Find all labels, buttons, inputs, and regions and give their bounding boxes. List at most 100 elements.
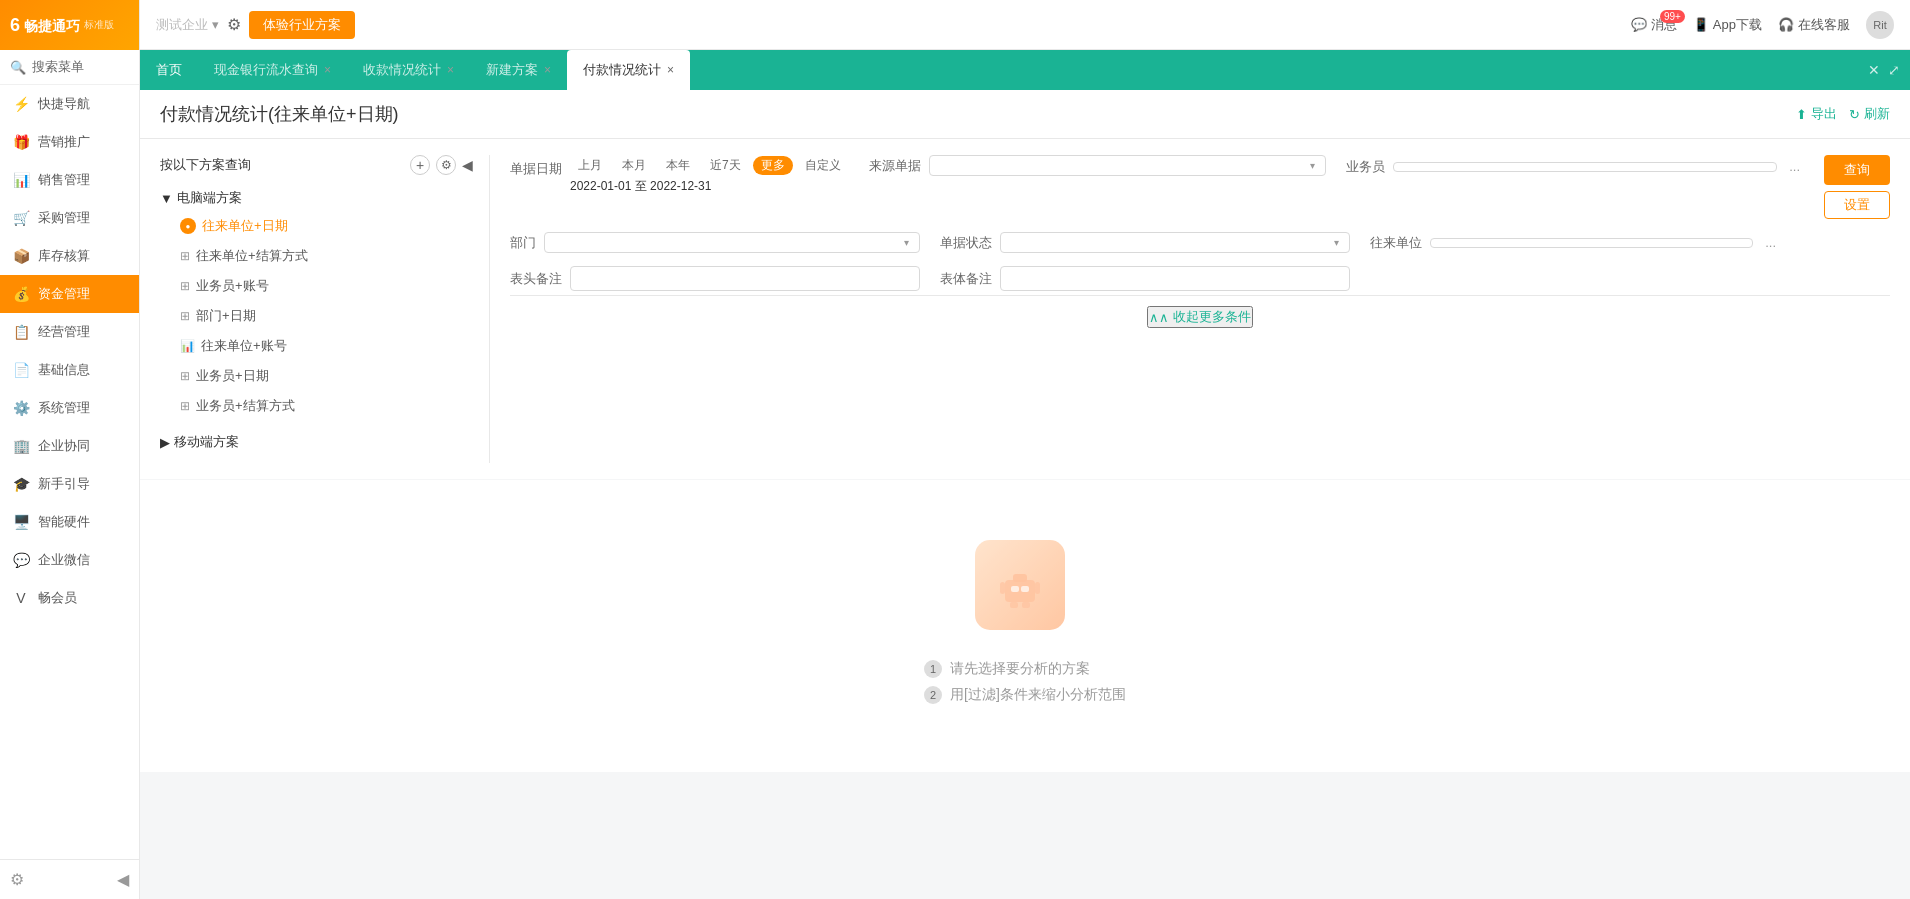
voucher-status-select[interactable]: ▾ xyxy=(1000,232,1350,253)
related-unit-ellipsis[interactable]: ... xyxy=(1761,231,1780,254)
voucher-status-label: 单据状态 xyxy=(940,234,992,252)
date-option-this-year[interactable]: 本年 xyxy=(658,155,698,176)
tab-payment-out-stats[interactable]: 付款情况统计 × xyxy=(567,50,690,90)
source-label: 来源单据 xyxy=(869,157,921,175)
scheme-settings-button[interactable]: ⚙ xyxy=(436,155,456,175)
related-unit-select[interactable] xyxy=(1430,238,1753,248)
company-selector[interactable]: 测试企业 ▾ xyxy=(156,16,219,34)
sidebar-item-label: 系统管理 xyxy=(38,399,90,417)
sidebar-item-label: 采购管理 xyxy=(38,209,90,227)
refresh-button[interactable]: ↻ 刷新 xyxy=(1849,105,1890,123)
tab-payment-out-stats-close[interactable]: × xyxy=(667,63,674,77)
company-dropdown-icon: ▾ xyxy=(212,17,219,32)
footer-settings-btn[interactable]: ⚙ xyxy=(10,870,24,889)
sidebar-item-label: 库存核算 xyxy=(38,247,90,265)
top-header: 测试企业 ▾ ⚙ 体验行业方案 💬 消息 99+ 📱 App下载 🎧 xyxy=(140,0,1910,50)
close-all-tabs-icon[interactable]: ✕ xyxy=(1868,62,1880,78)
sidebar-item-hardware[interactable]: 🖥️ 智能硬件 xyxy=(0,503,139,541)
sidebar-item-basic-info[interactable]: 📄 基础信息 xyxy=(0,351,139,389)
svg-rect-2 xyxy=(1021,586,1029,592)
tab-home[interactable]: 首页 xyxy=(140,50,198,90)
scheme-item-unit-settle[interactable]: ⊞ 往来单位+结算方式 xyxy=(160,241,473,271)
user-avatar[interactable]: Rit xyxy=(1866,11,1894,39)
sidebar-item-system[interactable]: ⚙️ 系统管理 xyxy=(0,389,139,427)
expand-tab-icon[interactable]: ⤢ xyxy=(1888,62,1900,78)
dept-select[interactable]: ▾ xyxy=(544,232,920,253)
enterprise-icon: 🏢 xyxy=(12,437,30,455)
mobile-group-header[interactable]: ▶ 移动端方案 xyxy=(160,429,473,455)
salesman-ellipsis[interactable]: ... xyxy=(1785,155,1804,178)
scheme-item-salesman-settle[interactable]: ⊞ 业务员+结算方式 xyxy=(160,391,473,421)
settings-filter-button[interactable]: 设置 xyxy=(1824,191,1890,219)
sidebar-item-marketing[interactable]: 🎁 营销推广 xyxy=(0,123,139,161)
sidebar-item-wechat[interactable]: 💬 企业微信 xyxy=(0,541,139,579)
robot-svg xyxy=(995,560,1045,610)
source-select[interactable]: ▾ xyxy=(929,155,1327,176)
scheme-item-unit-account[interactable]: 📊 往来单位+账号 xyxy=(160,331,473,361)
search-menu[interactable]: 🔍 搜索菜单 xyxy=(0,50,139,85)
sidebar-item-label: 企业协同 xyxy=(38,437,90,455)
date-option-this-month[interactable]: 本月 xyxy=(614,155,654,176)
date-option-7days[interactable]: 近7天 xyxy=(702,155,749,176)
sidebar-item-operations[interactable]: 📋 经营管理 xyxy=(0,313,139,351)
sidebar-item-purchase[interactable]: 🛒 采购管理 xyxy=(0,199,139,237)
message-btn[interactable]: 💬 消息 99+ xyxy=(1631,16,1677,34)
main-content: 测试企业 ▾ ⚙ 体验行业方案 💬 消息 99+ 📱 App下载 🎧 xyxy=(140,0,1910,899)
footer-collapse-btn[interactable]: ◀ xyxy=(117,870,129,889)
header-note-label: 表头备注 xyxy=(510,270,562,288)
sidebar-item-enterprise[interactable]: 🏢 企业协同 xyxy=(0,427,139,465)
svg-rect-1 xyxy=(1011,586,1019,592)
empty-state: 1 请先选择要分析的方案 2 用[过滤]条件来缩小分析范围 xyxy=(140,480,1910,772)
tab-bar: 首页 现金银行流水查询 × 收款情况统计 × 新建方案 × 付款情况统计 × ✕… xyxy=(140,50,1910,90)
scheme-item-dept-date[interactable]: ⊞ 部门+日期 xyxy=(160,301,473,331)
related-unit-label: 往来单位 xyxy=(1370,234,1422,252)
tab-new-scheme[interactable]: 新建方案 × xyxy=(470,50,567,90)
query-body: 按以下方案查询 + ⚙ ◀ ▼ xyxy=(140,139,1910,479)
tab-bank-flow[interactable]: 现金银行流水查询 × xyxy=(198,50,347,90)
date-option-last-month[interactable]: 上月 xyxy=(570,155,610,176)
query-button[interactable]: 查询 xyxy=(1824,155,1890,185)
scheme-settings-icon: ⚙ xyxy=(441,158,452,172)
export-button[interactable]: ⬆ 导出 xyxy=(1796,105,1837,123)
sidebar-item-label: 快捷导航 xyxy=(38,95,90,113)
sidebar-item-inventory[interactable]: 📦 库存核算 xyxy=(0,237,139,275)
online-service-btn[interactable]: 🎧 在线客服 xyxy=(1778,16,1850,34)
page-header: 付款情况统计(往来单位+日期) ⬆ 导出 ↻ 刷新 xyxy=(140,90,1910,139)
scheme-add-button[interactable]: + xyxy=(410,155,430,175)
service-label: 在线客服 xyxy=(1798,16,1850,34)
version-label: 标准版 xyxy=(84,18,114,32)
date-option-custom[interactable]: 自定义 xyxy=(797,155,849,176)
scheme-item-label: 业务员+账号 xyxy=(196,277,269,295)
tab-bank-flow-close[interactable]: × xyxy=(324,63,331,77)
svg-rect-3 xyxy=(1013,574,1027,582)
scheme-item-unit-date[interactable]: ● 往来单位+日期 xyxy=(160,211,473,241)
scheme-collapse-button[interactable]: ◀ xyxy=(462,157,473,173)
wechat-icon: 💬 xyxy=(12,551,30,569)
trial-button[interactable]: 体验行业方案 xyxy=(249,11,355,39)
empty-state-image xyxy=(975,540,1075,640)
date-option-more[interactable]: 更多 xyxy=(753,156,793,175)
search-menu-label: 搜索菜单 xyxy=(32,58,84,76)
sidebar-item-quick-nav[interactable]: ⚡ 快捷导航 xyxy=(0,85,139,123)
body-note-input[interactable] xyxy=(1000,266,1350,291)
tab-new-scheme-close[interactable]: × xyxy=(544,63,551,77)
collapse-more-button[interactable]: ∧∧ 收起更多条件 xyxy=(1147,306,1253,328)
tab-payment-stats-close[interactable]: × xyxy=(447,63,454,77)
desktop-group-header[interactable]: ▼ 电脑端方案 xyxy=(160,185,473,211)
scheme-item-salesman-date[interactable]: ⊞ 业务员+日期 xyxy=(160,361,473,391)
header-note-input[interactable] xyxy=(570,266,920,291)
search-icon: 🔍 xyxy=(10,60,26,75)
sidebar-item-member[interactable]: V 畅会员 xyxy=(0,579,139,617)
scheme-header: 按以下方案查询 + ⚙ ◀ xyxy=(160,155,473,175)
sidebar-item-sales[interactable]: 📊 销售管理 xyxy=(0,161,139,199)
funds-icon: 💰 xyxy=(12,285,30,303)
sidebar-item-funds[interactable]: 💰 资金管理 xyxy=(0,275,139,313)
sidebar-item-guide[interactable]: 🎓 新手引导 xyxy=(0,465,139,503)
scheme-item-salesman-account[interactable]: ⊞ 业务员+账号 xyxy=(160,271,473,301)
app-download-btn[interactable]: 📱 App下载 xyxy=(1693,16,1762,34)
settings-icon[interactable]: ⚙ xyxy=(227,15,241,34)
salesman-select[interactable] xyxy=(1393,162,1777,172)
tab-payment-stats[interactable]: 收款情况统计 × xyxy=(347,50,470,90)
voucher-status-dropdown-icon: ▾ xyxy=(1334,237,1339,248)
sidebar-item-label: 新手引导 xyxy=(38,475,90,493)
